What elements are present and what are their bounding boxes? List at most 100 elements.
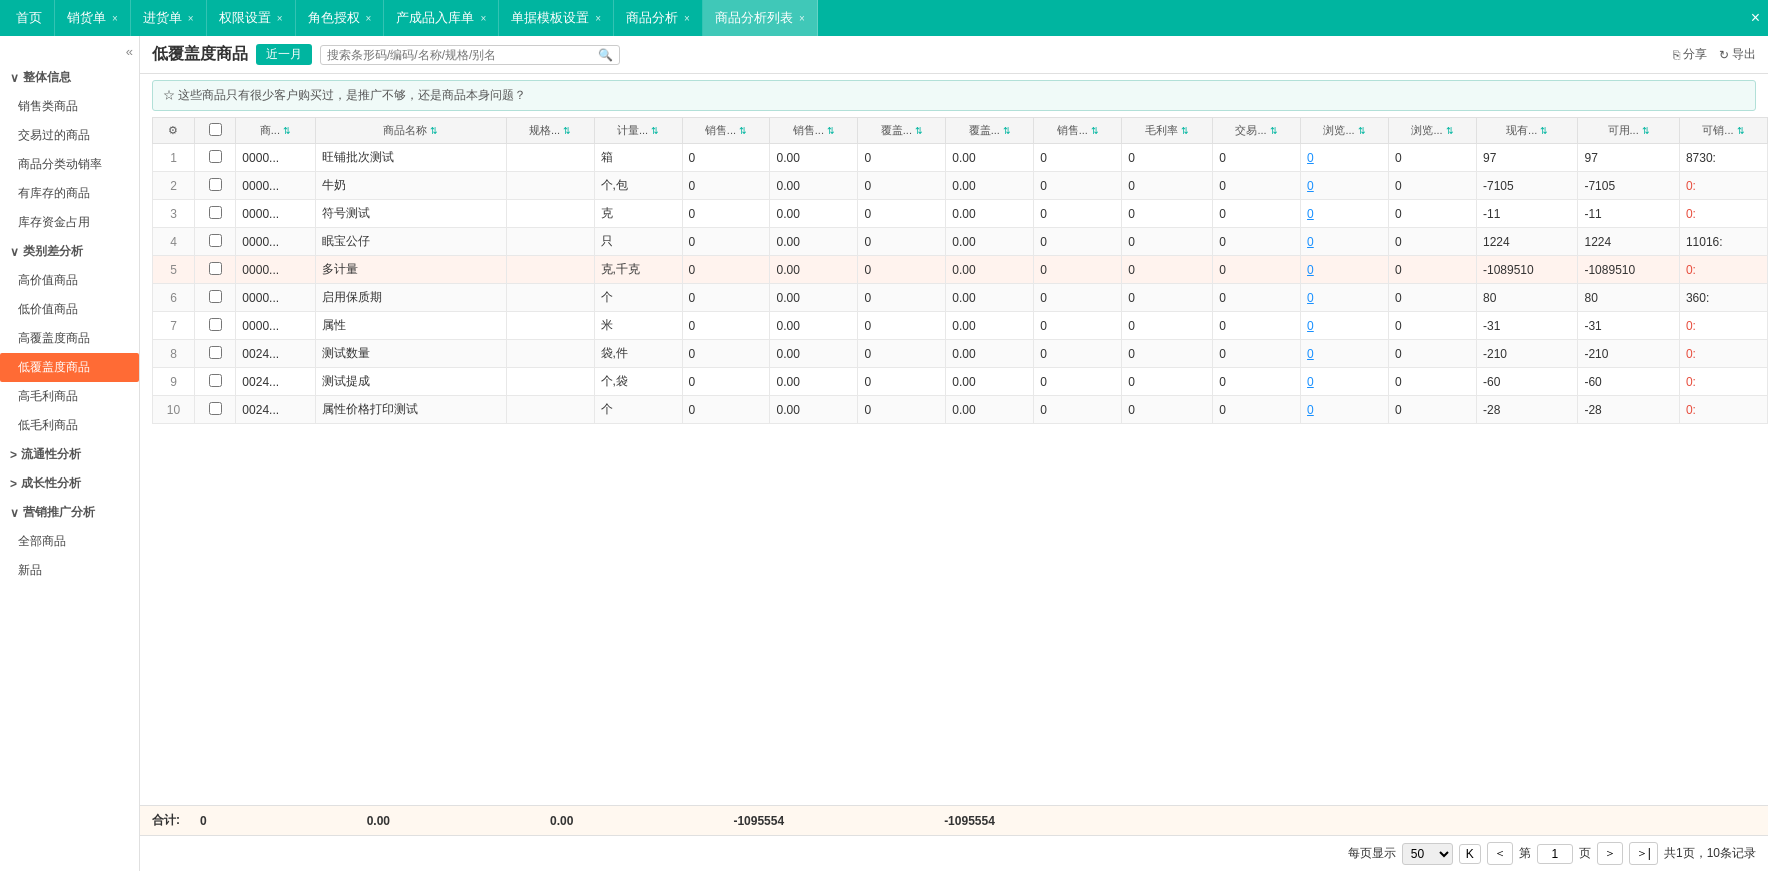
close-icon[interactable]: × xyxy=(480,13,486,24)
row-name: 牛奶 xyxy=(315,172,506,200)
row-v1[interactable]: 0 xyxy=(1301,284,1389,312)
row-v1[interactable]: 0 xyxy=(1301,312,1389,340)
last-page-button[interactable]: ＞| xyxy=(1629,842,1658,865)
first-page-button[interactable]: K xyxy=(1459,844,1481,864)
row-checkbox[interactable] xyxy=(209,402,222,415)
sidebar-collapse-button[interactable]: « xyxy=(126,44,133,59)
close-icon[interactable]: × xyxy=(112,13,118,24)
row-spec xyxy=(506,200,594,228)
sidebar-item-high-value[interactable]: 高价值商品 xyxy=(0,266,139,295)
select-all-checkbox[interactable] xyxy=(209,123,222,136)
sidebar-item-high-coverage[interactable]: 高覆盖度商品 xyxy=(0,324,139,353)
close-icon[interactable]: × xyxy=(277,13,283,24)
col-sales3[interactable]: 销售... ⇅ xyxy=(1034,118,1122,144)
row-s1: 0 xyxy=(682,284,770,312)
header-actions: ⎘ 分享 ↻ 导出 xyxy=(1673,46,1756,63)
sidebar-item-category-rate[interactable]: 商品分类动销率 xyxy=(0,150,139,179)
col-cover2[interactable]: 覆盖... ⇅ xyxy=(946,118,1034,144)
sidebar-item-stock-goods[interactable]: 有库存的商品 xyxy=(0,179,139,208)
sidebar-item-low-coverage[interactable]: 低覆盖度商品 xyxy=(0,353,139,382)
col-view1[interactable]: 浏览... ⇅ xyxy=(1301,118,1389,144)
row-v1[interactable]: 0 xyxy=(1301,172,1389,200)
row-checkbox[interactable] xyxy=(209,374,222,387)
row-st1: -60 xyxy=(1476,368,1577,396)
row-checkbox[interactable] xyxy=(209,318,222,331)
nav-tab-product-entry[interactable]: 产成品入库单 × xyxy=(384,0,499,36)
row-v1[interactable]: 0 xyxy=(1301,340,1389,368)
sidebar-section-marketing[interactable]: ∨ 营销推广分析 xyxy=(0,498,139,527)
col-sales1[interactable]: 销售... ⇅ xyxy=(682,118,770,144)
nav-tab-permission[interactable]: 权限设置 × xyxy=(207,0,296,36)
row-v1[interactable]: 0 xyxy=(1301,144,1389,172)
nav-tab-role[interactable]: 角色授权 × xyxy=(296,0,385,36)
close-icon[interactable]: × xyxy=(366,13,372,24)
row-checkbox[interactable] xyxy=(209,206,222,219)
close-icon[interactable]: × xyxy=(684,13,690,24)
prev-page-button[interactable]: ＜ xyxy=(1487,842,1513,865)
footer-sum: 合计: 0 0.00 0.00 -1095554 -1095554 xyxy=(140,805,1768,835)
row-s2: 0.00 xyxy=(770,200,858,228)
col-stock3[interactable]: 可销... ⇅ xyxy=(1679,118,1767,144)
row-v2: 0 xyxy=(1389,396,1477,424)
sidebar-item-sales-goods[interactable]: 销售类商品 xyxy=(0,92,139,121)
nav-tab-analysis-list[interactable]: 商品分析列表 × xyxy=(703,0,818,36)
row-unit: 个 xyxy=(594,284,682,312)
nav-tab-home[interactable]: 首页 xyxy=(4,0,55,36)
col-cover1[interactable]: 覆盖... ⇅ xyxy=(858,118,946,144)
nav-tab-template[interactable]: 单据模板设置 × xyxy=(499,0,614,36)
close-icon[interactable]: × xyxy=(188,13,194,24)
next-page-button[interactable]: ＞ xyxy=(1597,842,1623,865)
nav-tab-analysis[interactable]: 商品分析 × xyxy=(614,0,703,36)
col-name[interactable]: 商品名称 ⇅ xyxy=(315,118,506,144)
sidebar-item-high-gross[interactable]: 高毛利商品 xyxy=(0,382,139,411)
nav-tab-purchase[interactable]: 进货单 × xyxy=(131,0,207,36)
sidebar-section-category[interactable]: ∨ 类别差分析 xyxy=(0,237,139,266)
col-view2[interactable]: 浏览... ⇅ xyxy=(1389,118,1477,144)
row-checkbox[interactable] xyxy=(209,346,222,359)
row-s3: 0 xyxy=(1034,284,1122,312)
export-button[interactable]: ↻ 导出 xyxy=(1719,46,1756,63)
row-trade: 0 xyxy=(1213,368,1301,396)
col-spec[interactable]: 规格... ⇅ xyxy=(506,118,594,144)
col-stock1[interactable]: 现有... ⇅ xyxy=(1476,118,1577,144)
row-checkbox[interactable] xyxy=(209,234,222,247)
col-trade[interactable]: 交易... ⇅ xyxy=(1213,118,1301,144)
row-v1[interactable]: 0 xyxy=(1301,396,1389,424)
search-icon[interactable]: 🔍 xyxy=(598,48,613,62)
row-code: 0024... xyxy=(236,396,315,424)
sidebar-item-low-gross[interactable]: 低毛利商品 xyxy=(0,411,139,440)
nav-tab-sales[interactable]: 销货单 × xyxy=(55,0,131,36)
search-input[interactable] xyxy=(327,48,598,62)
row-v1[interactable]: 0 xyxy=(1301,200,1389,228)
share-button[interactable]: ⎘ 分享 xyxy=(1673,46,1707,63)
sidebar-item-low-value[interactable]: 低价值商品 xyxy=(0,295,139,324)
sidebar-item-new-goods[interactable]: 新品 xyxy=(0,556,139,585)
page-size-select[interactable]: 50 20 100 xyxy=(1402,843,1453,865)
row-v2: 0 xyxy=(1389,312,1477,340)
row-v1[interactable]: 0 xyxy=(1301,368,1389,396)
sidebar-section-overall[interactable]: ∨ 整体信息 xyxy=(0,63,139,92)
row-checkbox[interactable] xyxy=(209,262,222,275)
sidebar-section-growth[interactable]: > 成长性分析 xyxy=(0,469,139,498)
col-sales2[interactable]: 销售... ⇅ xyxy=(770,118,858,144)
sidebar-item-traded-goods[interactable]: 交易过的商品 xyxy=(0,121,139,150)
col-unit[interactable]: 计量... ⇅ xyxy=(594,118,682,144)
table-row: 5 0000... 多计量 克,千克 0 0.00 0 0.00 0 0 0 0… xyxy=(153,256,1768,284)
close-icon[interactable]: × xyxy=(799,13,805,24)
row-v1[interactable]: 0 xyxy=(1301,256,1389,284)
col-code[interactable]: 商... ⇅ xyxy=(236,118,315,144)
col-gross[interactable]: 毛利率 ⇅ xyxy=(1122,118,1213,144)
close-all-button[interactable]: × xyxy=(1751,9,1760,27)
date-filter-button[interactable]: 近一月 xyxy=(256,44,312,65)
row-checkbox[interactable] xyxy=(209,290,222,303)
sidebar-item-all-goods[interactable]: 全部商品 xyxy=(0,527,139,556)
row-checkbox[interactable] xyxy=(209,178,222,191)
current-page-input[interactable] xyxy=(1537,844,1573,864)
row-checkbox[interactable] xyxy=(209,150,222,163)
sidebar-section-flow[interactable]: > 流通性分析 xyxy=(0,440,139,469)
col-stock2[interactable]: 可用... ⇅ xyxy=(1578,118,1679,144)
row-v1[interactable]: 0 xyxy=(1301,228,1389,256)
col-settings[interactable]: ⚙ xyxy=(153,118,195,144)
sidebar-item-stock-fund[interactable]: 库存资金占用 xyxy=(0,208,139,237)
close-icon[interactable]: × xyxy=(595,13,601,24)
